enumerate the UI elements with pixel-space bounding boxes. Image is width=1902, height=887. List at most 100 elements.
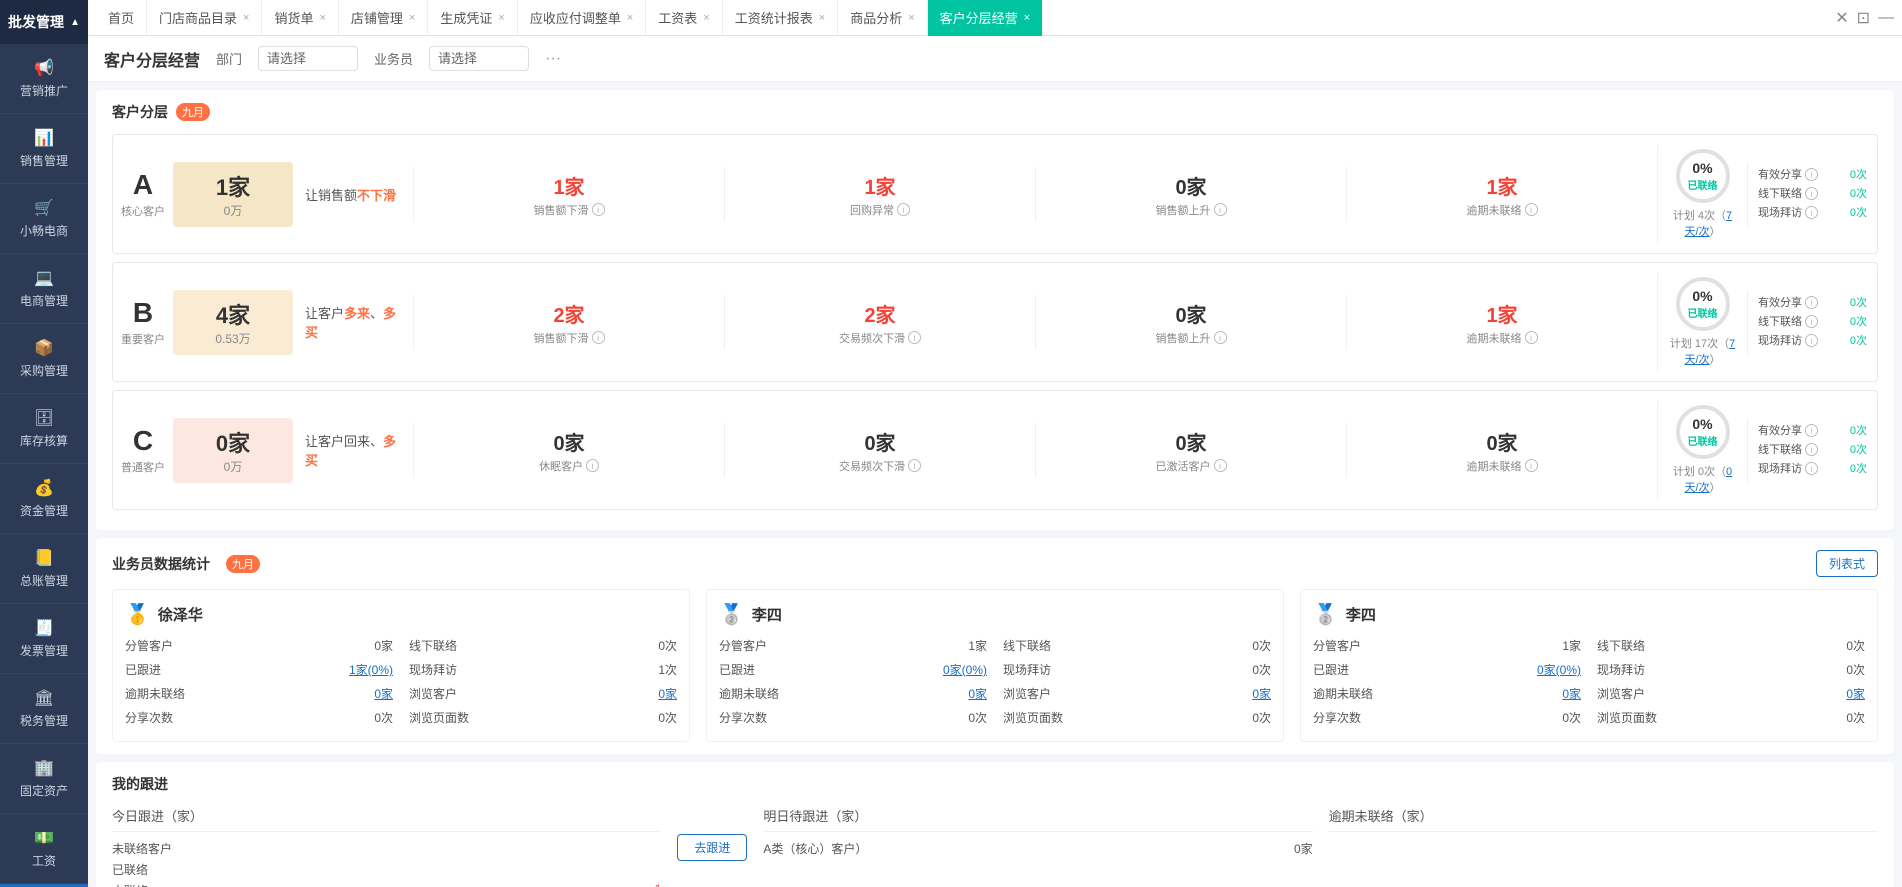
- sidebar: 批发管理 ▲ 📢营销推广📊销售管理🛒小畅电商💻电商管理📦采购管理🗄库存核算💰资金…: [0, 0, 88, 887]
- stat-label: 销售额下滑 i: [422, 330, 716, 346]
- info-icon[interactable]: i: [1805, 168, 1818, 181]
- staff-medal-icon: 🥇: [125, 602, 150, 627]
- plan-link[interactable]: 7天/次: [1684, 210, 1732, 238]
- tab-客户分层经营[interactable]: 客户分层经营×: [928, 0, 1043, 36]
- info-icon[interactable]: i: [1805, 315, 1818, 328]
- tier-count-num: 0家: [185, 426, 281, 458]
- sidebar-item-label: 小畅电商: [8, 222, 80, 239]
- circle-pct: 0%: [1692, 160, 1712, 176]
- restore-icon[interactable]: ⊡: [1857, 8, 1870, 28]
- staff-stat-val[interactable]: 0家: [1562, 685, 1581, 702]
- tab-商品分析[interactable]: 商品分析×: [838, 0, 927, 36]
- tab-工资表[interactable]: 工资表×: [646, 0, 722, 36]
- staff-stat-val: 1家: [968, 637, 987, 654]
- tab-close-icon[interactable]: ×: [498, 12, 504, 24]
- sidebar-item-发票管理[interactable]: 🧾发票管理: [0, 604, 88, 674]
- staff-stat-label: 浏览客户: [1003, 685, 1051, 702]
- info-icon[interactable]: i: [908, 331, 921, 344]
- staff-stat-val[interactable]: 1家(0%): [349, 661, 393, 678]
- list-view-button[interactable]: 列表式: [1816, 550, 1878, 577]
- info-icon[interactable]: i: [1214, 203, 1227, 216]
- sidebar-item-总账管理[interactable]: 📒总账管理: [0, 534, 88, 604]
- info-icon[interactable]: i: [1214, 331, 1227, 344]
- info-icon[interactable]: i: [586, 459, 599, 472]
- info-icon[interactable]: i: [908, 459, 921, 472]
- right-stat-val: 0次: [1850, 332, 1867, 348]
- sidebar-item-电商管理[interactable]: 💻电商管理: [0, 254, 88, 324]
- info-icon[interactable]: i: [1525, 331, 1538, 344]
- sidebar-item-icon: 🏢: [8, 758, 80, 778]
- customer-section: 客户分层 九月 A 核心客户 1家 0万 让销售额不下滑 1家 销售额下滑 i …: [96, 90, 1894, 530]
- tab-close-icon[interactable]: ×: [627, 12, 633, 24]
- staff-stat-val[interactable]: 0家: [658, 685, 677, 702]
- tab-close-icon[interactable]: ×: [319, 12, 325, 24]
- info-icon[interactable]: i: [592, 331, 605, 344]
- tomorrow-follow-col: 明日待跟进（家） A类（核心）客户）0家: [763, 806, 1312, 861]
- dept-select[interactable]: 请选择: [258, 46, 358, 71]
- circle-sub: 已联络: [1688, 177, 1718, 192]
- tier-stat-cell: 0家 交易频次下滑 i: [724, 423, 1035, 478]
- info-icon[interactable]: i: [897, 203, 910, 216]
- info-icon[interactable]: i: [1805, 443, 1818, 456]
- tab-生成凭证[interactable]: 生成凭证×: [428, 0, 517, 36]
- sidebar-item-资金管理[interactable]: 💰资金管理: [0, 464, 88, 534]
- sidebar-item-label: 固定资产: [8, 782, 80, 799]
- tab-应收应付调整单[interactable]: 应收应付调整单×: [518, 0, 646, 36]
- tab-close-icon[interactable]: ×: [819, 12, 825, 24]
- sidebar-item-固定资产[interactable]: 🏢 固定资产: [0, 744, 88, 814]
- minus-icon[interactable]: —: [1878, 9, 1894, 27]
- staff-stat-val[interactable]: 0家: [1252, 685, 1271, 702]
- sidebar-item-icon: 📒: [8, 548, 80, 568]
- plan-text: 计划 4次（7天/次）: [1666, 207, 1739, 239]
- more-filters-icon[interactable]: ···: [545, 50, 561, 68]
- plan-text: 计划 0次（0天/次）: [1666, 463, 1739, 495]
- info-icon[interactable]: i: [1805, 462, 1818, 475]
- info-icon[interactable]: i: [1805, 424, 1818, 437]
- staff-select[interactable]: 请选择: [429, 46, 529, 71]
- info-icon[interactable]: i: [1805, 187, 1818, 200]
- staff-stat-val: 0次: [1562, 709, 1581, 726]
- sidebar-item-label: 库存核算: [8, 432, 80, 449]
- info-icon[interactable]: i: [1525, 459, 1538, 472]
- info-icon[interactable]: i: [1525, 203, 1538, 216]
- sidebar-item-小畅电商[interactable]: 🛒小畅电商: [0, 184, 88, 254]
- plan-link[interactable]: 7天/次: [1684, 338, 1735, 366]
- tab-close-icon[interactable]: ×: [703, 12, 709, 24]
- tab-close-icon[interactable]: ×: [409, 12, 415, 24]
- info-icon[interactable]: i: [592, 203, 605, 216]
- info-icon[interactable]: i: [1805, 296, 1818, 309]
- tab-close-icon[interactable]: ×: [1024, 12, 1030, 24]
- tab-close-icon[interactable]: ×: [243, 12, 249, 24]
- tab-店铺管理[interactable]: 店铺管理×: [339, 0, 428, 36]
- tab-首页[interactable]: 首页: [96, 0, 147, 36]
- info-icon[interactable]: i: [1805, 334, 1818, 347]
- tier-stat-cell: 0家 销售额上升 i: [1035, 167, 1346, 222]
- sidebar-item-label: 营销推广: [8, 82, 80, 99]
- sidebar-top-item[interactable]: 批发管理 ▲: [0, 0, 88, 44]
- sidebar-item-销售管理[interactable]: 📊销售管理: [0, 114, 88, 184]
- sidebar-item-icon: 💰: [8, 478, 80, 498]
- sidebar-item-采购管理[interactable]: 📦采购管理: [0, 324, 88, 394]
- circle-sub: 已联络: [1688, 433, 1718, 448]
- staff-name-row: 🥈 李四: [719, 602, 1271, 627]
- staff-stat-val[interactable]: 0家: [968, 685, 987, 702]
- close-window-icon[interactable]: ✕: [1835, 8, 1848, 28]
- info-icon[interactable]: i: [1805, 206, 1818, 219]
- plan-link[interactable]: 0天/次: [1684, 466, 1732, 494]
- sidebar-item-库存核算[interactable]: 🗄库存核算: [0, 394, 88, 464]
- staff-stat-val[interactable]: 0家(0%): [1537, 661, 1581, 678]
- sidebar-item-工资[interactable]: 💵工资: [0, 814, 88, 884]
- staff-stat-val[interactable]: 0家: [374, 685, 393, 702]
- tab-门店商品目录[interactable]: 门店商品目录×: [147, 0, 262, 36]
- go-follow-button[interactable]: 去跟进: [677, 834, 747, 861]
- tier-name: 重要客户: [121, 331, 165, 347]
- sidebar-item-营销推广[interactable]: 📢营销推广: [0, 44, 88, 114]
- staff-stat-val[interactable]: 0家(0%): [943, 661, 987, 678]
- staff-stat-val[interactable]: 0家: [1846, 685, 1865, 702]
- tab-销货单[interactable]: 销货单×: [262, 0, 338, 36]
- sidebar-item-税务管理[interactable]: 🏛税务管理: [0, 674, 88, 744]
- info-icon[interactable]: i: [1214, 459, 1227, 472]
- tab-工资统计报表[interactable]: 工资统计报表×: [723, 0, 838, 36]
- staff-name: 徐泽华: [158, 604, 203, 625]
- tab-close-icon[interactable]: ×: [908, 12, 914, 24]
